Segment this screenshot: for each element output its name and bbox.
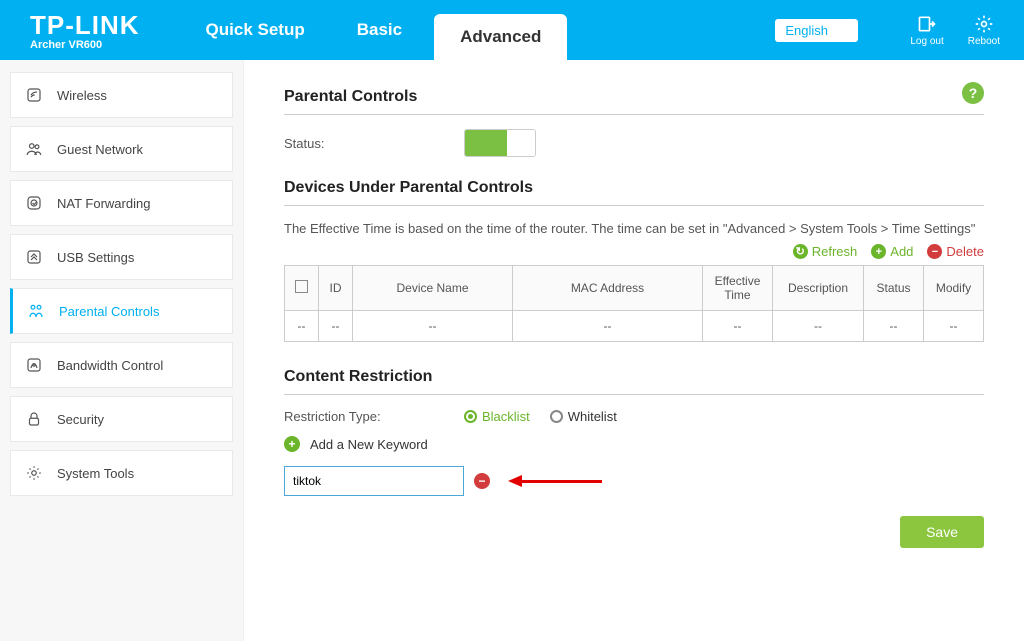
annotation-arrow bbox=[508, 475, 602, 487]
remove-keyword-button[interactable]: − bbox=[474, 473, 490, 489]
radio-label: Blacklist bbox=[482, 409, 530, 424]
sidebar-item-label: System Tools bbox=[57, 466, 134, 481]
radio-label: Whitelist bbox=[568, 409, 617, 424]
logout-label: Log out bbox=[910, 36, 943, 47]
nav-advanced[interactable]: Advanced bbox=[434, 14, 567, 60]
logout-icon bbox=[917, 14, 937, 34]
cell: -- bbox=[319, 311, 353, 342]
main-content: ? Parental Controls Status: Devices Unde… bbox=[244, 60, 1024, 641]
sidebar-item-bandwidth-control[interactable]: Bandwidth Control bbox=[10, 342, 233, 388]
wireless-icon bbox=[25, 86, 43, 104]
delete-label: Delete bbox=[946, 244, 984, 259]
devices-table: ID Device Name MAC Address Effective Tim… bbox=[284, 265, 984, 342]
sidebar-item-guest-network[interactable]: Guest Network bbox=[10, 126, 233, 172]
cell: -- bbox=[773, 311, 864, 342]
cell: -- bbox=[864, 311, 924, 342]
th-modify: Modify bbox=[924, 266, 984, 311]
divider bbox=[284, 114, 984, 115]
refresh-icon: ↻ bbox=[793, 244, 808, 259]
th-effective-time: Effective Time bbox=[703, 266, 773, 311]
brand-name: TP-LINK bbox=[30, 10, 140, 41]
cell: -- bbox=[513, 311, 703, 342]
sidebar-item-label: NAT Forwarding bbox=[57, 196, 150, 211]
add-keyword-label: Add a New Keyword bbox=[310, 437, 428, 452]
page-title: Parental Controls bbox=[284, 88, 984, 106]
gear-icon bbox=[25, 464, 43, 482]
select-all-checkbox[interactable] bbox=[295, 280, 308, 293]
th-status: Status bbox=[864, 266, 924, 311]
sidebar-item-usb-settings[interactable]: USB Settings bbox=[10, 234, 233, 280]
radio-icon bbox=[550, 410, 563, 423]
sidebar-item-label: Bandwidth Control bbox=[57, 358, 163, 373]
cell: -- bbox=[924, 311, 984, 342]
delete-button[interactable]: −Delete bbox=[927, 244, 984, 259]
main-nav: Quick Setup Basic Advanced bbox=[180, 0, 574, 60]
sidebar: Wireless Guest Network NAT Forwarding US… bbox=[0, 60, 244, 641]
brand-model: Archer VR600 bbox=[30, 39, 140, 51]
th-mac: MAC Address bbox=[513, 266, 703, 311]
reboot-icon bbox=[974, 14, 994, 34]
nat-icon bbox=[25, 194, 43, 212]
cell: -- bbox=[703, 311, 773, 342]
refresh-button[interactable]: ↻ Refresh bbox=[793, 244, 858, 259]
add-label: Add bbox=[890, 244, 913, 259]
table-actions: ↻ Refresh + Add −Delete bbox=[284, 244, 984, 259]
table-header-row: ID Device Name MAC Address Effective Tim… bbox=[285, 266, 984, 311]
th-device-name: Device Name bbox=[353, 266, 513, 311]
refresh-label: Refresh bbox=[812, 244, 858, 259]
status-label: Status: bbox=[284, 136, 464, 151]
status-toggle[interactable] bbox=[464, 129, 536, 157]
cell: -- bbox=[353, 311, 513, 342]
sidebar-item-label: Guest Network bbox=[57, 142, 143, 157]
sidebar-item-nat-forwarding[interactable]: NAT Forwarding bbox=[10, 180, 233, 226]
lock-icon bbox=[25, 410, 43, 428]
plus-icon: + bbox=[284, 436, 300, 452]
sidebar-item-security[interactable]: Security bbox=[10, 396, 233, 442]
divider bbox=[284, 394, 984, 395]
language-select[interactable]: English bbox=[775, 19, 858, 42]
nav-basic[interactable]: Basic bbox=[331, 0, 428, 60]
devices-title: Devices Under Parental Controls bbox=[284, 179, 984, 197]
th-id: ID bbox=[319, 266, 353, 311]
radio-whitelist[interactable]: Whitelist bbox=[550, 409, 617, 424]
restriction-type-label: Restriction Type: bbox=[284, 409, 464, 424]
add-button[interactable]: + Add bbox=[871, 244, 913, 259]
radio-icon bbox=[464, 410, 477, 423]
cell: -- bbox=[285, 311, 319, 342]
sidebar-item-label: Wireless bbox=[57, 88, 107, 103]
sidebar-item-label: Security bbox=[57, 412, 104, 427]
table-row: -- -- -- -- -- -- -- -- bbox=[285, 311, 984, 342]
minus-icon: − bbox=[927, 244, 942, 259]
logout-button[interactable]: Log out bbox=[910, 14, 943, 47]
save-button[interactable]: Save bbox=[900, 516, 984, 548]
radio-blacklist[interactable]: Blacklist bbox=[464, 409, 530, 424]
bandwidth-icon bbox=[25, 356, 43, 374]
keyword-input[interactable] bbox=[284, 466, 464, 496]
sidebar-item-system-tools[interactable]: System Tools bbox=[10, 450, 233, 496]
add-keyword-button[interactable]: + Add a New Keyword bbox=[284, 436, 984, 452]
nav-quick-setup[interactable]: Quick Setup bbox=[180, 0, 331, 60]
devices-note: The Effective Time is based on the time … bbox=[284, 220, 984, 238]
brand: TP-LINK Archer VR600 bbox=[30, 10, 140, 51]
top-bar: TP-LINK Archer VR600 Quick Setup Basic A… bbox=[0, 0, 1024, 60]
sidebar-item-parental-controls[interactable]: Parental Controls bbox=[10, 288, 233, 334]
language-select-wrap[interactable]: English bbox=[775, 19, 878, 42]
parental-icon bbox=[27, 302, 45, 320]
sidebar-item-label: Parental Controls bbox=[59, 304, 159, 319]
keyword-row: − bbox=[284, 466, 984, 496]
reboot-button[interactable]: Reboot bbox=[968, 14, 1000, 47]
divider bbox=[284, 205, 984, 206]
help-button[interactable]: ? bbox=[962, 82, 984, 104]
content-restriction-title: Content Restriction bbox=[284, 368, 984, 386]
reboot-label: Reboot bbox=[968, 36, 1000, 47]
usb-icon bbox=[25, 248, 43, 266]
th-description: Description bbox=[773, 266, 864, 311]
plus-icon: + bbox=[871, 244, 886, 259]
sidebar-item-wireless[interactable]: Wireless bbox=[10, 72, 233, 118]
sidebar-item-label: USB Settings bbox=[57, 250, 134, 265]
guest-icon bbox=[25, 140, 43, 158]
